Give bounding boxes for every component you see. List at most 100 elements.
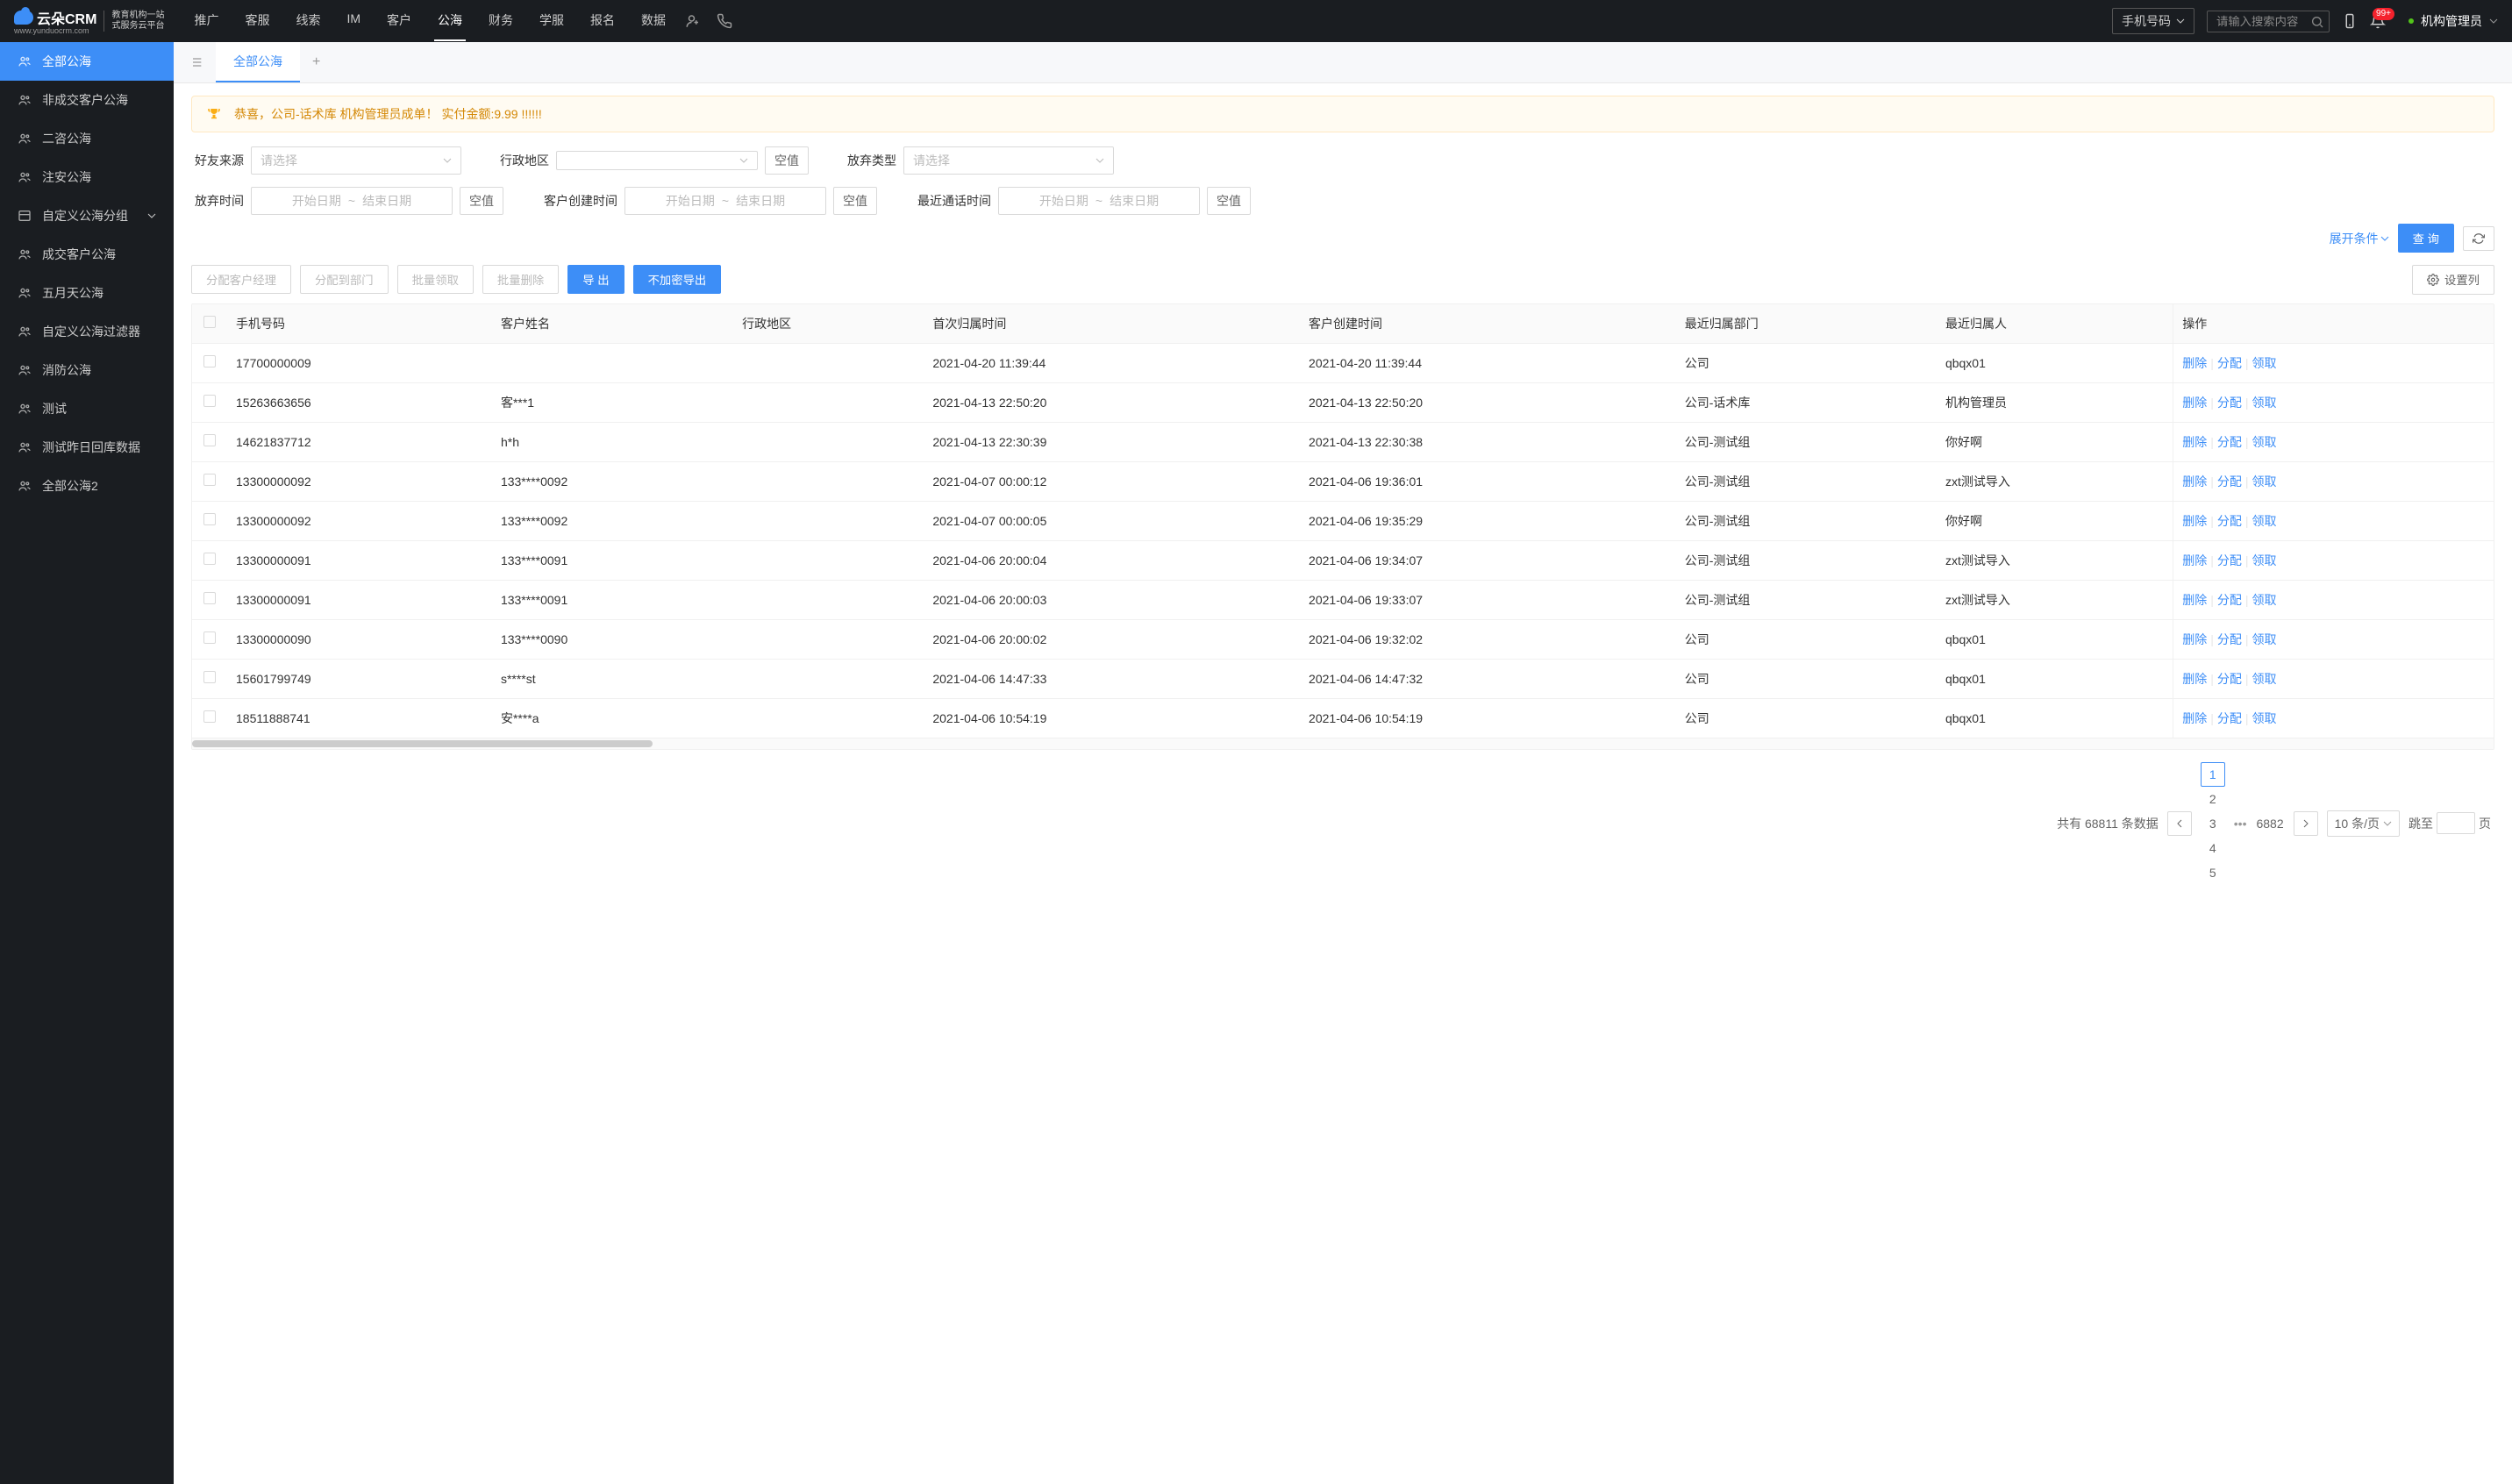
top-nav-item[interactable]: IM (343, 1, 364, 41)
page-number[interactable]: 3 (2201, 811, 2225, 836)
row-delete-link[interactable]: 删除 (2182, 512, 2207, 530)
row-checkbox[interactable] (203, 671, 216, 683)
tab-all-pool[interactable]: 全部公海 (216, 42, 300, 82)
sidebar-item[interactable]: 自定义公海过滤器 (0, 312, 174, 351)
sidebar-item[interactable]: 消防公海 (0, 351, 174, 389)
tab-add-button[interactable]: + (300, 46, 332, 79)
row-delete-link[interactable]: 删除 (2182, 552, 2207, 569)
select-region[interactable] (556, 151, 758, 170)
row-assign-link[interactable]: 分配 (2217, 394, 2242, 411)
sidebar-item[interactable]: 二咨公海 (0, 119, 174, 158)
sidebar-item[interactable]: 测试 (0, 389, 174, 428)
page-number[interactable]: 4 (2201, 836, 2225, 860)
row-checkbox[interactable] (203, 434, 216, 446)
page-ellipsis[interactable]: ••• (2234, 817, 2247, 831)
date-range-call[interactable]: 开始日期~结束日期 (998, 187, 1200, 215)
sidebar-item[interactable]: 自定义公海分组 (0, 196, 174, 235)
row-delete-link[interactable]: 删除 (2182, 710, 2207, 727)
row-delete-link[interactable]: 删除 (2182, 433, 2207, 451)
row-delete-link[interactable]: 删除 (2182, 631, 2207, 648)
row-delete-link[interactable]: 删除 (2182, 670, 2207, 688)
row-claim-link[interactable]: 领取 (2252, 552, 2277, 569)
row-assign-link[interactable]: 分配 (2217, 591, 2242, 609)
row-checkbox[interactable] (203, 631, 216, 644)
region-empty-button[interactable]: 空值 (765, 146, 809, 175)
horizontal-scrollbar[interactable] (192, 738, 2494, 749)
row-claim-link[interactable]: 领取 (2252, 591, 2277, 609)
row-claim-link[interactable]: 领取 (2252, 512, 2277, 530)
page-jump-input[interactable] (2437, 812, 2475, 834)
row-assign-link[interactable]: 分配 (2217, 354, 2242, 372)
sidebar-item[interactable]: 全部公海2 (0, 467, 174, 505)
create-time-empty-button[interactable]: 空值 (833, 187, 877, 215)
notification-icon[interactable]: 99+ (2370, 13, 2386, 29)
row-delete-link[interactable]: 删除 (2182, 473, 2207, 490)
select-all-checkbox[interactable] (203, 316, 216, 328)
row-claim-link[interactable]: 领取 (2252, 394, 2277, 411)
row-claim-link[interactable]: 领取 (2252, 433, 2277, 451)
row-assign-link[interactable]: 分配 (2217, 631, 2242, 648)
refresh-button[interactable] (2463, 226, 2494, 251)
date-range-abandon[interactable]: 开始日期~结束日期 (251, 187, 453, 215)
sidebar-item[interactable]: 全部公海 (0, 42, 174, 81)
row-checkbox[interactable] (203, 710, 216, 723)
row-assign-link[interactable]: 分配 (2217, 473, 2242, 490)
top-nav-item[interactable]: 推广 (190, 1, 222, 41)
user-menu[interactable]: 机构管理员 (2398, 12, 2498, 30)
search-type-select[interactable]: 手机号码 (2112, 8, 2194, 34)
set-columns-button[interactable]: 设置列 (2412, 265, 2494, 295)
row-assign-link[interactable]: 分配 (2217, 710, 2242, 727)
sidebar-item[interactable]: 测试昨日回库数据 (0, 428, 174, 467)
assign-dept-button[interactable]: 分配到部门 (300, 265, 389, 294)
batch-claim-button[interactable]: 批量领取 (397, 265, 474, 294)
top-nav-item[interactable]: 财务 (485, 1, 517, 41)
row-checkbox[interactable] (203, 474, 216, 486)
tab-list-icon[interactable] (184, 46, 212, 78)
row-assign-link[interactable]: 分配 (2217, 670, 2242, 688)
query-button[interactable]: 查 询 (2398, 224, 2454, 253)
row-claim-link[interactable]: 领取 (2252, 710, 2277, 727)
top-nav-item[interactable]: 客户 (383, 1, 415, 41)
page-prev[interactable] (2167, 811, 2192, 836)
export-button[interactable]: 导 出 (567, 265, 624, 294)
top-nav-item[interactable]: 客服 (241, 1, 273, 41)
search-icon[interactable] (2310, 15, 2324, 29)
call-time-empty-button[interactable]: 空值 (1207, 187, 1251, 215)
abandon-time-empty-button[interactable]: 空值 (460, 187, 503, 215)
row-claim-link[interactable]: 领取 (2252, 631, 2277, 648)
top-nav-item[interactable]: 报名 (587, 1, 618, 41)
select-abandon-type[interactable]: 请选择 (903, 146, 1114, 175)
expand-filters-link[interactable]: 展开条件 (2330, 230, 2389, 247)
sidebar-item[interactable]: 五月天公海 (0, 274, 174, 312)
assign-manager-button[interactable]: 分配客户经理 (191, 265, 291, 294)
date-range-create[interactable]: 开始日期~结束日期 (624, 187, 826, 215)
export-plain-button[interactable]: 不加密导出 (633, 265, 722, 294)
row-assign-link[interactable]: 分配 (2217, 552, 2242, 569)
top-nav-item[interactable]: 线索 (292, 1, 324, 41)
row-claim-link[interactable]: 领取 (2252, 354, 2277, 372)
batch-delete-button[interactable]: 批量删除 (482, 265, 559, 294)
top-nav-item[interactable]: 数据 (638, 1, 669, 41)
mobile-icon[interactable] (2342, 13, 2358, 29)
select-friend-source[interactable]: 请选择 (251, 146, 461, 175)
sidebar-item[interactable]: 成交客户公海 (0, 235, 174, 274)
row-checkbox[interactable] (203, 553, 216, 565)
row-assign-link[interactable]: 分配 (2217, 512, 2242, 530)
page-size-select[interactable]: 10 条/页 (2327, 810, 2400, 837)
page-number[interactable]: 1 (2201, 762, 2225, 787)
page-number[interactable]: 5 (2201, 860, 2225, 885)
sidebar-item[interactable]: 注安公海 (0, 158, 174, 196)
row-delete-link[interactable]: 删除 (2182, 354, 2207, 372)
page-number[interactable]: 2 (2201, 787, 2225, 811)
row-claim-link[interactable]: 领取 (2252, 670, 2277, 688)
row-checkbox[interactable] (203, 513, 216, 525)
top-nav-item[interactable]: 公海 (434, 1, 466, 41)
row-checkbox[interactable] (203, 395, 216, 407)
row-delete-link[interactable]: 删除 (2182, 394, 2207, 411)
row-claim-link[interactable]: 领取 (2252, 473, 2277, 490)
add-user-icon[interactable] (685, 13, 701, 29)
row-checkbox[interactable] (203, 355, 216, 367)
row-delete-link[interactable]: 删除 (2182, 591, 2207, 609)
page-next[interactable] (2294, 811, 2318, 836)
top-nav-item[interactable]: 学服 (536, 1, 567, 41)
